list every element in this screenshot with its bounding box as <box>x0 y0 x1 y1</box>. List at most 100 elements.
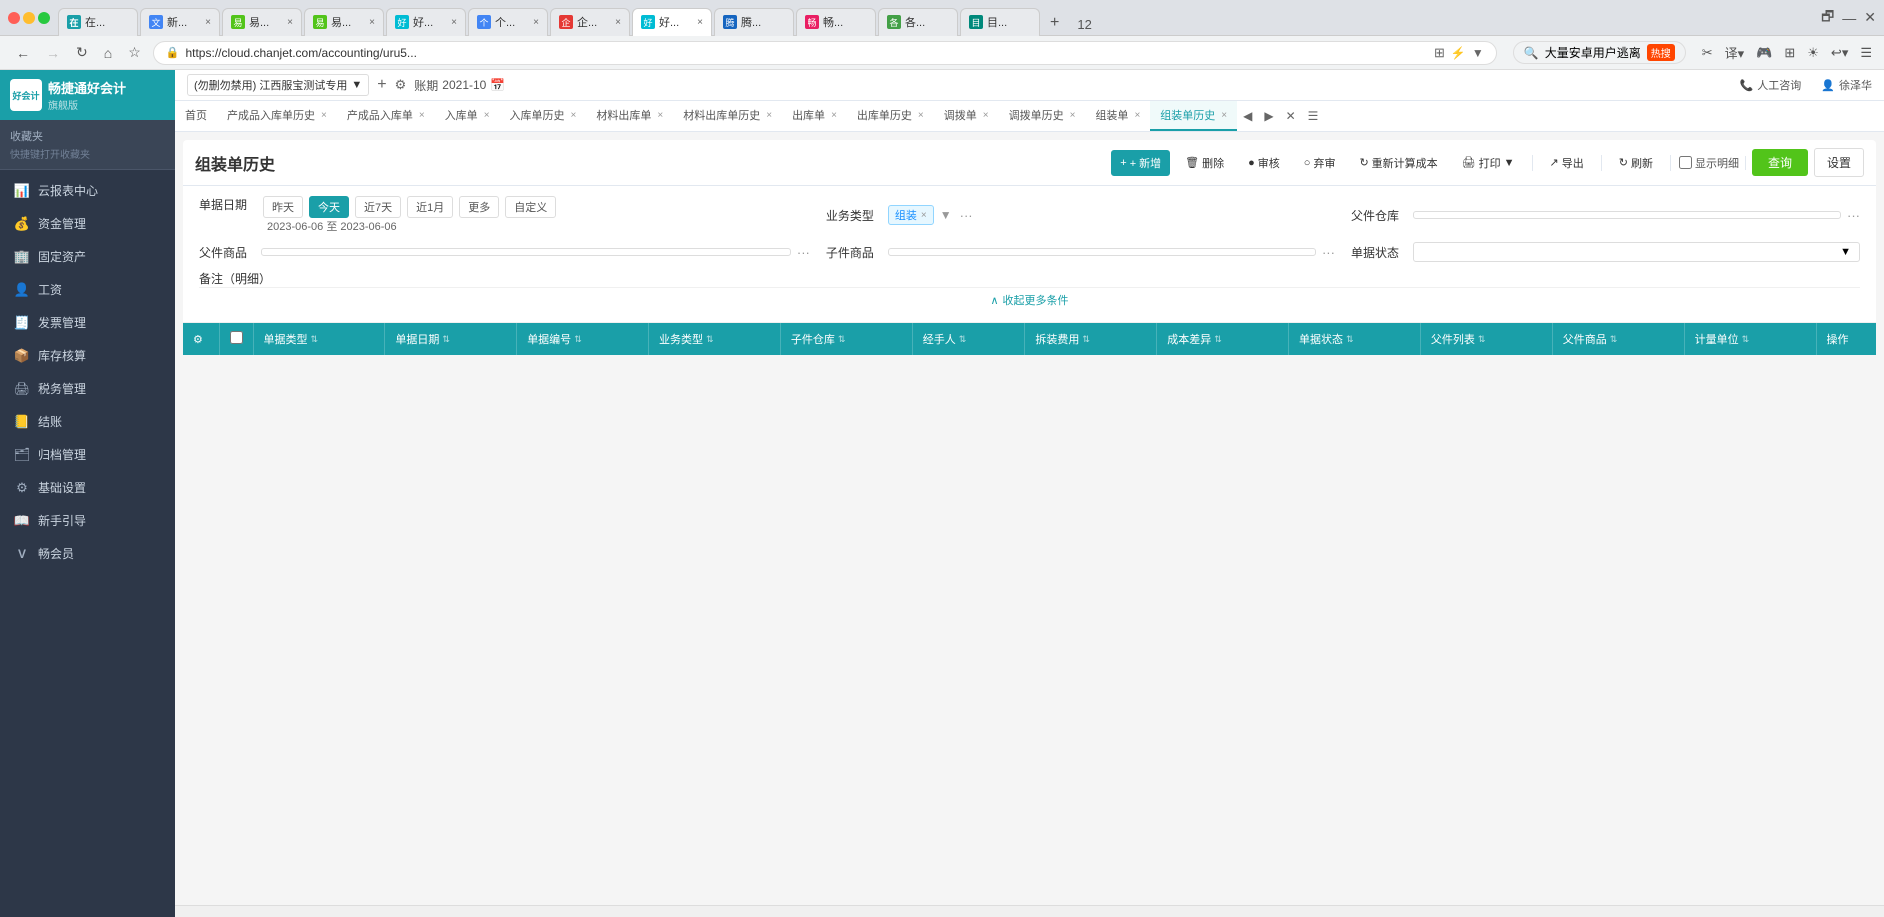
collapse-more-btn[interactable]: ∧ 收起更多条件 <box>199 287 1860 312</box>
child-goods-dots[interactable]: ··· <box>1322 245 1335 260</box>
browser-tab-2[interactable]: 易 易... × <box>222 8 302 36</box>
tab-next-btn[interactable]: ▶ <box>1258 105 1279 127</box>
sidebar-item-closing[interactable]: 📒 结账 <box>0 405 175 438</box>
close-window-btn[interactable] <box>8 12 20 24</box>
select-all-checkbox[interactable] <box>230 331 243 344</box>
close-icon[interactable]: ✕ <box>1864 9 1876 26</box>
bill-status-select[interactable]: ▼ <box>1413 242 1860 262</box>
th-handler[interactable]: 经手人 ⇅ <box>912 323 1025 355</box>
browser-tab-4[interactable]: 好 好... × <box>386 8 466 36</box>
refresh-button[interactable]: ↻ 刷新 <box>1610 150 1662 176</box>
search-bar[interactable]: 🔍 大量安卓用户逃离 热搜 <box>1513 41 1686 64</box>
company-settings-icon[interactable]: ⚙ <box>395 77 407 93</box>
export-button[interactable]: ↗ 导出 <box>1541 150 1593 176</box>
home-button[interactable]: ⌂ <box>100 43 116 63</box>
tab-close-transfer[interactable]: × <box>983 110 989 121</box>
sidebar-item-archive[interactable]: 🗂 归档管理 <box>0 438 175 471</box>
tab-close-2[interactable]: × <box>287 17 293 28</box>
th-unit[interactable]: 计量单位 ⇅ <box>1684 323 1816 355</box>
sidebar-item-member[interactable]: V 畅会员 <box>0 537 175 570</box>
add-tab-button[interactable]: + <box>1042 10 1067 36</box>
page-tab-produce-in-history[interactable]: 产成品入库单历史 × <box>217 101 337 131</box>
th-bill-type[interactable]: 单据类型 ⇅ <box>253 323 385 355</box>
browser-tab-11[interactable]: 目 目... <box>960 8 1040 36</box>
page-tab-assembly[interactable]: 组装单 × <box>1085 101 1150 131</box>
tab-close-in[interactable]: × <box>484 110 490 121</box>
page-tab-material-out[interactable]: 材料出库单 × <box>586 101 673 131</box>
browser-tab-5[interactable]: 个 个... × <box>468 8 548 36</box>
back-button[interactable]: ← <box>12 43 34 63</box>
show-detail-checkbox-label[interactable]: 显示明细 <box>1679 155 1739 171</box>
th-bill-date[interactable]: 单据日期 ⇅ <box>385 323 517 355</box>
browser-tab-6[interactable]: 企 企... × <box>550 8 630 36</box>
th-cost-diff[interactable]: 成本差异 ⇅ <box>1157 323 1289 355</box>
tab-close-in-history[interactable]: × <box>571 110 577 121</box>
th-bill-status[interactable]: 单据状态 ⇅ <box>1289 323 1421 355</box>
th-child-warehouse[interactable]: 子件仓库 ⇅ <box>780 323 912 355</box>
page-tab-transfer-history[interactable]: 调拨单历史 × <box>999 101 1086 131</box>
tab-close-4[interactable]: × <box>451 17 457 28</box>
settings-button[interactable]: 设置 <box>1814 148 1864 177</box>
page-tab-out[interactable]: 出库单 × <box>782 101 847 131</box>
minimize-icon[interactable]: — <box>1842 10 1856 26</box>
sidebar-item-settings[interactable]: ⚙ 基础设置 <box>0 471 175 504</box>
th-bill-no[interactable]: 单据编号 ⇅ <box>517 323 649 355</box>
sidebar-item-assets[interactable]: 🏢 固定资产 <box>0 240 175 273</box>
add-company-btn[interactable]: + <box>377 76 386 94</box>
th-parent-goods[interactable]: 父件商品 ⇅ <box>1552 323 1684 355</box>
tab-more-btn[interactable]: ☰ <box>1302 105 1325 127</box>
tab-close-7[interactable]: × <box>697 17 703 28</box>
sidebar-item-reports[interactable]: 📊 云报表中心 <box>0 174 175 207</box>
business-type-dots[interactable]: ··· <box>960 208 973 223</box>
page-tab-material-out-history[interactable]: 材料出库单历史 × <box>673 101 782 131</box>
page-tab-produce-in[interactable]: 产成品入库单 × <box>337 101 435 131</box>
review-button[interactable]: ● 审核 <box>1239 150 1289 176</box>
page-tab-assembly-history[interactable]: 组装单历史 × <box>1150 101 1237 131</box>
recalculate-button[interactable]: ↻ 重新计算成本 <box>1350 150 1446 176</box>
tab-close-1[interactable]: × <box>205 17 211 28</box>
browser-tab-8[interactable]: 腾 腾... <box>714 8 794 36</box>
browser-tab-1[interactable]: 文 新... × <box>140 8 220 36</box>
url-bar[interactable]: 🔒 https://cloud.chanjet.com/accounting/u… <box>153 41 1497 65</box>
tab-close-5[interactable]: × <box>533 17 539 28</box>
tab-close-all-btn[interactable]: ✕ <box>1280 105 1302 127</box>
th-checkbox[interactable] <box>219 323 253 355</box>
menu-icon[interactable]: ☰ <box>1860 45 1872 61</box>
delete-button[interactable]: 🗑 删除 <box>1176 150 1233 176</box>
tab-close-material-out[interactable]: × <box>657 110 663 121</box>
bottom-scrollbar[interactable] <box>175 905 1884 917</box>
tab-close-produce-in-history[interactable]: × <box>321 110 327 121</box>
page-tab-home[interactable]: 首页 <box>175 101 217 131</box>
browser-tab-7[interactable]: 好 好... × <box>632 8 712 36</box>
tab-close-out-history[interactable]: × <box>918 110 924 121</box>
abandon-button[interactable]: ○ 弃审 <box>1295 150 1345 176</box>
bookmark-button[interactable]: ☆ <box>124 42 145 63</box>
date-btn-1month[interactable]: 近1月 <box>407 196 453 218</box>
maximize-window-btn[interactable] <box>38 12 50 24</box>
add-button[interactable]: + + 新增 <box>1111 150 1170 176</box>
sidebar-item-guide[interactable]: 📖 新手引导 <box>0 504 175 537</box>
brightness-icon[interactable]: ☀ <box>1807 45 1819 61</box>
th-parent-list[interactable]: 父件列表 ⇅ <box>1420 323 1552 355</box>
tab-count-badge[interactable]: 12 <box>1069 13 1099 36</box>
translate-icon[interactable]: 译▾ <box>1725 43 1745 62</box>
user-info[interactable]: 👤 徐泽华 <box>1821 77 1872 93</box>
page-tab-out-history[interactable]: 出库单历史 × <box>847 101 934 131</box>
tab-prev-btn[interactable]: ◀ <box>1237 105 1258 127</box>
sidebar-favorites[interactable]: 收藏夹 快捷键打开收藏夹 <box>0 120 175 170</box>
browser-tab-9[interactable]: 畅 畅... <box>796 8 876 36</box>
tab-close-produce-in[interactable]: × <box>419 110 425 121</box>
browser-tab-3[interactable]: 易 易... × <box>304 8 384 36</box>
browser-tab-10[interactable]: 各 各... <box>878 8 958 36</box>
help-button[interactable]: 📞 人工咨询 <box>1740 77 1802 93</box>
parent-goods-input[interactable] <box>261 248 791 256</box>
tab-close-out[interactable]: × <box>831 110 837 121</box>
date-btn-custom[interactable]: 自定义 <box>505 196 556 218</box>
sidebar-item-inventory[interactable]: 📦 库存核算 <box>0 339 175 372</box>
page-tab-in-history[interactable]: 入库单历史 × <box>500 101 587 131</box>
minimize-window-btn[interactable] <box>23 12 35 24</box>
parent-warehouse-input[interactable] <box>1413 211 1841 219</box>
show-detail-checkbox[interactable] <box>1679 156 1692 169</box>
th-settings[interactable]: ⚙ <box>183 323 219 355</box>
sidebar-item-finance[interactable]: 💰 资金管理 <box>0 207 175 240</box>
